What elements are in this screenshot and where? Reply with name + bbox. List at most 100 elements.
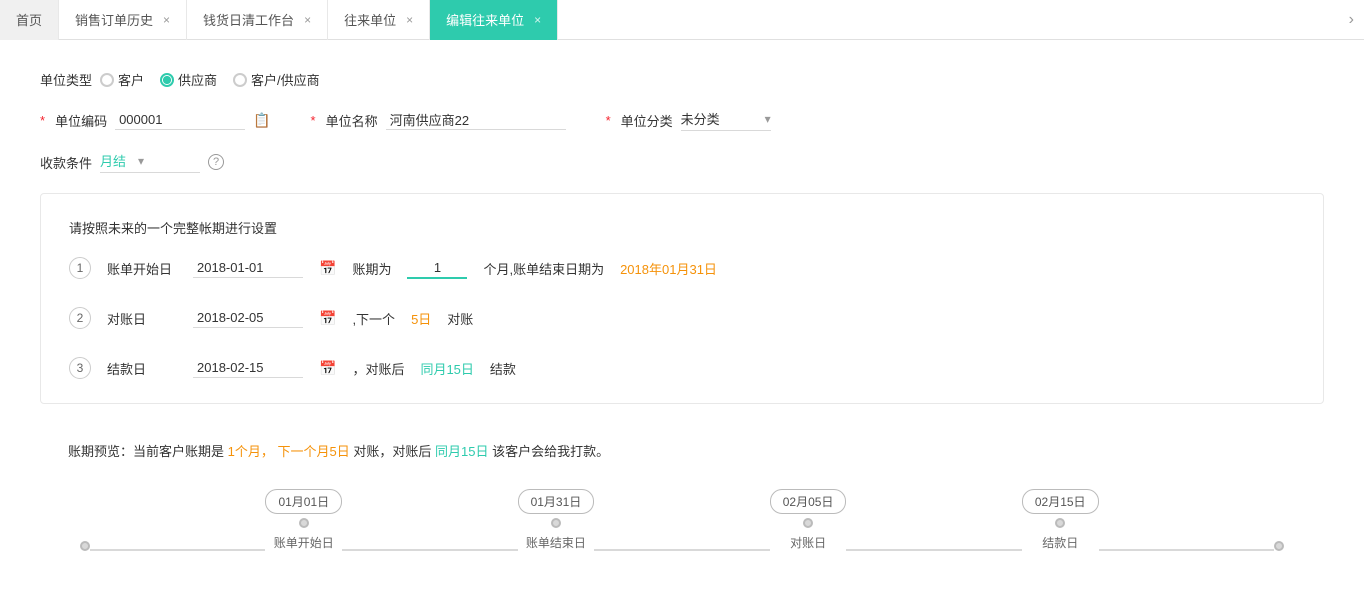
radio-customer-circle	[100, 73, 114, 87]
tl-node-1: 01月01日 账单开始日	[265, 489, 342, 551]
step-1-row: 1 账单开始日 📅 账期为 个月,账单结束日期为 2018年01月31日	[69, 257, 1295, 279]
tl-line-4	[846, 549, 1021, 551]
help-icon[interactable]: ?	[208, 154, 224, 170]
unit-name-required: *	[311, 113, 316, 128]
tab-cash-work-close[interactable]: ×	[304, 13, 311, 27]
step-2-date-input[interactable]	[193, 308, 303, 328]
payment-terms-value: 月结	[100, 151, 126, 170]
tab-partners[interactable]: 往来单位 ×	[328, 0, 430, 40]
step-2-calendar-icon[interactable]: 📅	[319, 310, 336, 327]
tl-line-5	[1099, 549, 1274, 551]
tl-badge-3: 02月05日	[770, 489, 847, 514]
unit-code-icon[interactable]: 📋	[253, 112, 270, 129]
payment-terms-dropdown[interactable]: 月结 ▾	[100, 151, 200, 173]
tab-cash-work[interactable]: 钱货日清工作台 ×	[187, 0, 328, 40]
step-3-desc-suffix: 结款	[490, 359, 516, 378]
step-3-calendar-icon[interactable]: 📅	[319, 360, 336, 377]
tl-end-dot	[1274, 541, 1284, 551]
step-2-label: 对账日	[107, 309, 177, 328]
radio-supplier-label: 供应商	[178, 70, 217, 89]
tl-dot-3	[803, 518, 813, 528]
step-3-desc-prefix: ，对账后	[352, 359, 404, 378]
step-1-num: 1	[69, 257, 91, 279]
radio-supplier[interactable]: 供应商	[160, 70, 217, 89]
tl-dot-1	[299, 518, 309, 528]
radio-both-circle	[233, 73, 247, 87]
payment-terms-arrow: ▾	[138, 154, 144, 168]
unit-code-field: * 单位编码 📋	[40, 110, 271, 130]
unit-category-field: * 单位分类 未分类 ▾	[606, 109, 771, 131]
tl-badge-2: 01月31日	[518, 489, 595, 514]
unit-category-arrow: ▾	[765, 112, 771, 126]
unit-category-value: 未分类	[681, 109, 761, 128]
unit-name-label: 单位名称	[326, 111, 378, 130]
step-3-row: 3 结款日 📅 ，对账后 同月15日 结款	[69, 357, 1295, 379]
tab-edit-partner[interactable]: 编辑往来单位 ×	[430, 0, 558, 40]
preview-label: 账期预览：当前客户账期是	[68, 444, 224, 459]
section-title: 请按照未来的一个完整帐期进行设置	[69, 218, 1295, 237]
tab-edit-partner-label: 编辑往来单位	[446, 10, 524, 29]
unit-name-input[interactable]	[386, 110, 566, 130]
payment-terms-label: 收款条件	[40, 153, 92, 172]
tl-start-dot	[80, 541, 90, 551]
tab-bar: 首页 销售订单历史 × 钱货日清工作台 × 往来单位 × 编辑往来单位 × ›	[0, 0, 1364, 40]
step-1-label: 账单开始日	[107, 259, 177, 278]
step-3-highlight: 同月15日	[420, 359, 473, 378]
step-2-desc-prefix: ,下一个	[352, 309, 395, 328]
tl-line-2	[342, 549, 517, 551]
tab-cash-work-label: 钱货日清工作台	[203, 10, 294, 29]
tl-node-2: 01月31日 账单结束日	[518, 489, 595, 551]
radio-both[interactable]: 客户/供应商	[233, 70, 320, 89]
tab-sales-order[interactable]: 销售订单历史 ×	[59, 0, 187, 40]
step-1-date-input[interactable]	[193, 258, 303, 278]
period-input[interactable]	[407, 258, 467, 279]
tl-line-1	[90, 549, 265, 551]
unit-type-label: 单位类型	[40, 70, 92, 89]
tl-label-2: 账单结束日	[526, 534, 586, 551]
step-1-highlight-date: 2018年01月31日	[620, 259, 717, 278]
unit-category-label: 单位分类	[621, 111, 673, 130]
radio-customer[interactable]: 客户	[100, 70, 144, 89]
unit-name-field: * 单位名称	[311, 110, 566, 130]
tab-nav-arrow[interactable]: ›	[1339, 11, 1364, 29]
unit-type-radio-group: 客户 供应商 客户/供应商	[100, 70, 320, 89]
tab-sales-order-close[interactable]: ×	[163, 13, 170, 27]
unit-info-row: * 单位编码 📋 * 单位名称 * 单位分类 未分类 ▾	[40, 109, 1324, 131]
unit-code-input[interactable]	[115, 110, 245, 130]
tab-edit-partner-close[interactable]: ×	[534, 13, 541, 27]
tab-home[interactable]: 首页	[0, 0, 59, 40]
unit-type-row: 单位类型 客户 供应商 客户/供应商	[40, 70, 1324, 89]
tab-home-label: 首页	[16, 10, 42, 29]
step-1-desc-prefix: 账期为	[352, 259, 391, 278]
step-3-num: 3	[69, 357, 91, 379]
tl-label-1: 账单开始日	[274, 534, 334, 551]
preview-part1: 1个月，	[228, 444, 274, 459]
tl-label-3: 对账日	[790, 534, 826, 551]
step-1-desc-unit: 个月,账单结束日期为	[483, 259, 604, 278]
tl-badge-1: 01月01日	[265, 489, 342, 514]
radio-both-label: 客户/供应商	[251, 70, 320, 89]
unit-code-label: 单位编码	[55, 111, 107, 130]
tab-partners-close[interactable]: ×	[406, 13, 413, 27]
unit-category-dropdown[interactable]: 未分类 ▾	[681, 109, 771, 131]
payment-terms-field: 收款条件 月结 ▾ ?	[40, 151, 224, 173]
step-1-calendar-icon[interactable]: 📅	[319, 260, 336, 277]
tl-line-3	[594, 549, 769, 551]
timeline-container: 01月01日 账单开始日 01月31日 账单结束日 02月05日 对账日 02月…	[40, 479, 1324, 571]
preview-text: 账期预览：当前客户账期是 1个月， 下一个月5日 对账，对账后 同月15日 该客…	[68, 444, 609, 459]
radio-customer-label: 客户	[118, 70, 144, 89]
payment-terms-row: 收款条件 月结 ▾ ?	[40, 151, 1324, 173]
tl-label-4: 结款日	[1042, 534, 1078, 551]
preview-section: 账期预览：当前客户账期是 1个月， 下一个月5日 对账，对账后 同月15日 该客…	[40, 424, 1324, 479]
tl-node-3: 02月05日 对账日	[770, 489, 847, 551]
tab-sales-order-label: 销售订单历史	[75, 10, 153, 29]
unit-type-field: 单位类型 客户 供应商 客户/供应商	[40, 70, 320, 89]
step-2-row: 2 对账日 📅 ,下一个 5日 对账	[69, 307, 1295, 329]
preview-part3: 对账，对账后	[353, 444, 431, 459]
settings-section: 请按照未来的一个完整帐期进行设置 1 账单开始日 📅 账期为 个月,账单结束日期…	[40, 193, 1324, 404]
step-2-highlight: 5日	[411, 309, 431, 328]
radio-supplier-circle	[160, 73, 174, 87]
main-content: 单位类型 客户 供应商 客户/供应商 * 单位编码	[0, 40, 1364, 608]
unit-code-required: *	[40, 113, 45, 128]
step-3-date-input[interactable]	[193, 358, 303, 378]
